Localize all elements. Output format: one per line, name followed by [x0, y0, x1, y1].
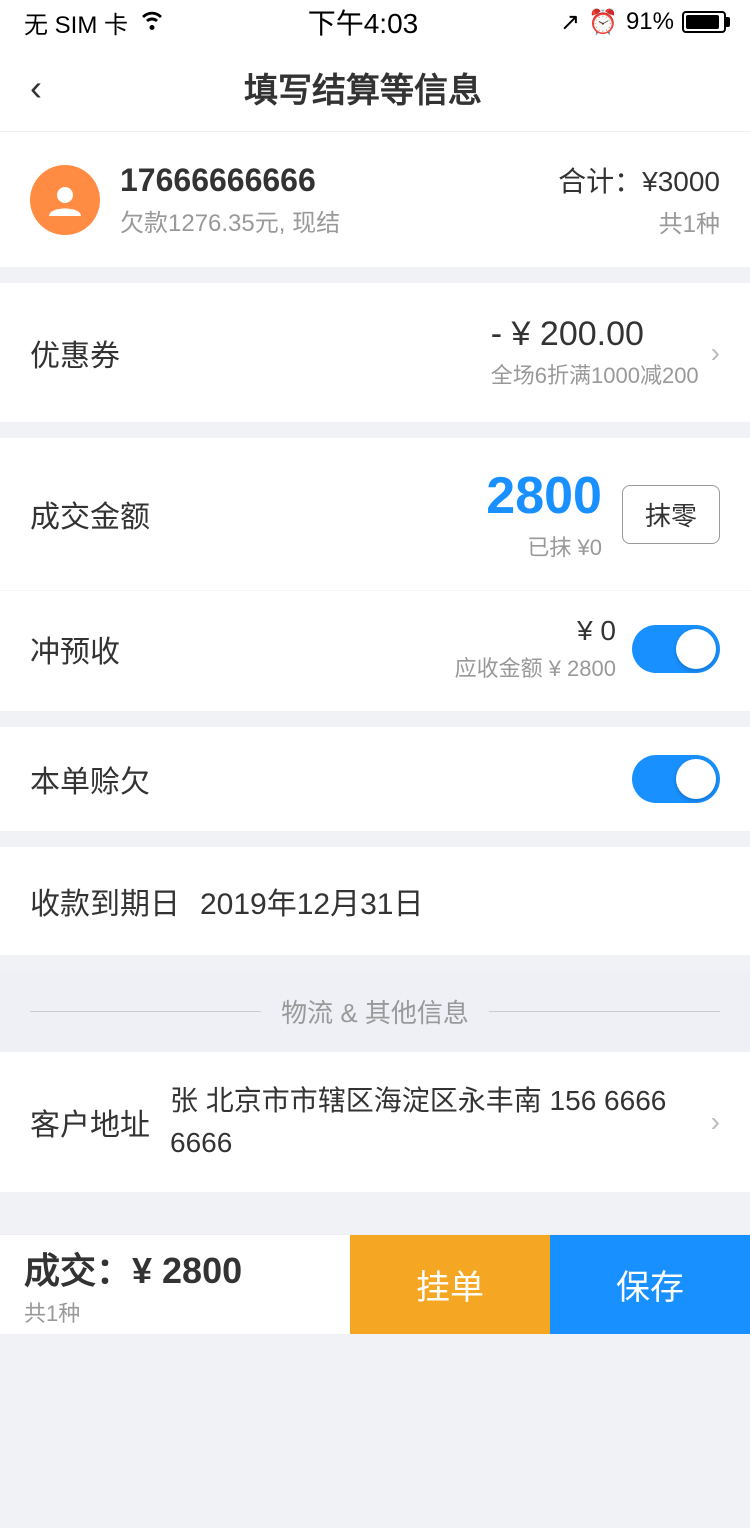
prepay-label: 冲预收: [30, 627, 120, 671]
coupon-section: 优惠券 - ¥ 200.00 全场6折满1000减200 ›: [0, 283, 750, 422]
coupon-right: - ¥ 200.00 全场6折满1000减200 ›: [491, 315, 720, 390]
save-button[interactable]: 保存: [550, 1235, 750, 1334]
carrier-label: 无 SIM 卡: [24, 5, 128, 40]
nav-bar: ‹ 填写结算等信息: [0, 44, 750, 132]
page-title: 填写结算等信息: [62, 63, 664, 112]
status-time: 下午4:03: [308, 2, 419, 42]
amount-section: 成交金额 2800 已抹 ¥0 抹零 冲预收 ¥ 0 应收金额 ¥ 2800: [0, 438, 750, 711]
address-content: 张 北京市市辖区海淀区永丰南 156 6666 6666: [150, 1080, 711, 1164]
transaction-label: 成交金额: [30, 492, 150, 536]
debt-toggle[interactable]: [632, 755, 720, 803]
prepay-amount-col: ¥ 0 应收金额 ¥ 2800: [455, 615, 616, 683]
due-section: 收款到期日 2019年12月31日: [0, 847, 750, 955]
toggle-knob: [676, 629, 716, 669]
prepay-sub: 应收金额 ¥ 2800: [455, 651, 616, 683]
status-left: 无 SIM 卡: [24, 5, 166, 40]
transaction-right: 2800 已抹 ¥0 抹零: [486, 466, 720, 562]
customer-right: 合计：¥3000 共1种: [558, 160, 720, 239]
divider-text: 物流 & 其他信息: [281, 993, 469, 1030]
customer-info: 17666666666 欠款1276.35元, 现结: [120, 162, 340, 238]
bottom-summary: 成交：¥ 2800 共1种: [0, 1242, 350, 1328]
bottom-bar: 成交：¥ 2800 共1种 挂单 保存: [0, 1234, 750, 1334]
battery-percent: 91%: [626, 8, 674, 36]
debt-label: 本单赊欠: [30, 757, 150, 801]
deal-text-label: 成交：: [24, 1250, 132, 1291]
transaction-value: 2800: [486, 466, 602, 526]
avatar: [30, 165, 100, 235]
due-label: 收款到期日: [30, 879, 180, 923]
coupon-desc: 全场6折满1000减200: [491, 358, 699, 390]
address-section[interactable]: 客户地址 张 北京市市辖区海淀区永丰南 156 6666 6666 ›: [0, 1052, 750, 1192]
customer-sub: 欠款1276.35元, 现结: [120, 203, 340, 238]
location-icon: ↗: [560, 8, 580, 37]
total-count: 共1种: [558, 204, 720, 239]
battery-icon: [682, 11, 726, 33]
customer-left: 17666666666 欠款1276.35元, 现结: [30, 162, 340, 238]
wifi-icon: [138, 8, 166, 37]
debt-section: 本单赊欠: [0, 727, 750, 831]
divider-line-right: [489, 1011, 720, 1012]
hold-button[interactable]: 挂单: [350, 1235, 550, 1334]
prepay-toggle[interactable]: [632, 625, 720, 673]
transaction-row: 成交金额 2800 已抹 ¥0 抹零: [0, 438, 750, 590]
customer-card: 17666666666 欠款1276.35元, 现结 合计：¥3000 共1种: [0, 132, 750, 267]
status-right: ↗ ⏰ 91%: [560, 8, 726, 37]
bottom-count: 共1种: [24, 1296, 326, 1328]
coupon-amount: - ¥ 200.00: [491, 315, 699, 354]
prepay-row: 冲预收 ¥ 0 应收金额 ¥ 2800: [0, 590, 750, 711]
deal-amount: ¥ 2800: [132, 1250, 242, 1291]
coupon-detail: - ¥ 200.00 全场6折满1000减200: [491, 315, 699, 390]
transaction-value-col: 2800 已抹 ¥0: [486, 466, 602, 562]
status-bar: 无 SIM 卡 下午4:03 ↗ ⏰ 91%: [0, 0, 750, 44]
prepay-amount: ¥ 0: [455, 615, 616, 647]
bottom-deal: 成交：¥ 2800: [24, 1242, 326, 1294]
divider-section: 物流 & 其他信息: [0, 971, 750, 1052]
chevron-right-icon: ›: [711, 337, 720, 369]
due-row: 收款到期日 2019年12月31日: [30, 879, 720, 923]
back-button[interactable]: ‹: [30, 67, 62, 109]
coupon-row[interactable]: 优惠券 - ¥ 200.00 全场6折满1000减200 ›: [0, 283, 750, 422]
address-label: 客户地址: [30, 1100, 150, 1144]
customer-phone: 17666666666: [120, 162, 340, 199]
prepay-right: ¥ 0 应收金额 ¥ 2800: [455, 615, 720, 683]
coupon-label: 优惠券: [30, 331, 120, 375]
round-button[interactable]: 抹零: [622, 485, 720, 544]
due-date: 2019年12月31日: [200, 879, 423, 923]
total-amount: 合计：¥3000: [558, 160, 720, 200]
divider-line-left: [30, 1011, 261, 1012]
debt-toggle-knob: [676, 759, 716, 799]
address-chevron-icon: ›: [711, 1106, 720, 1138]
alarm-icon: ⏰: [588, 8, 618, 37]
transaction-sub: 已抹 ¥0: [486, 530, 602, 562]
